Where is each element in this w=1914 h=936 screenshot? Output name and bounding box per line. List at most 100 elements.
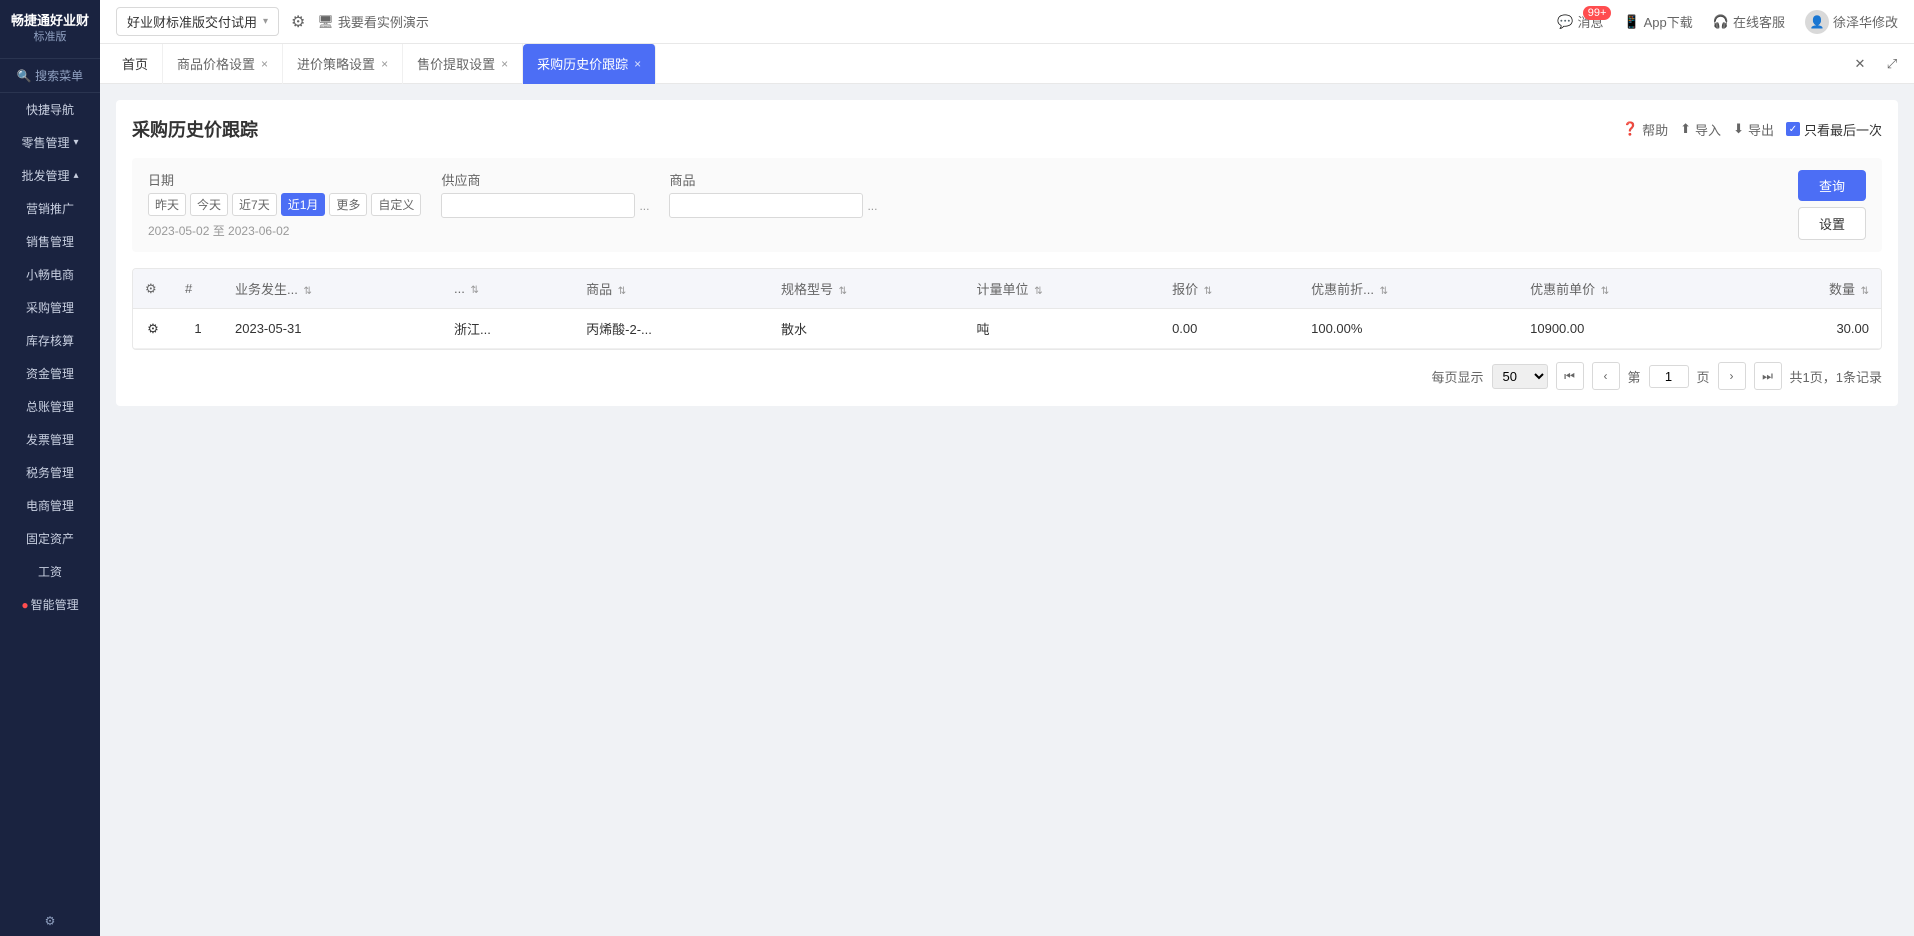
col-quote[interactable]: 报价 ⇅ xyxy=(1160,269,1299,309)
page-title: 采购历史价跟踪 xyxy=(132,116,258,142)
first-page-btn[interactable]: ⏮ xyxy=(1556,362,1584,390)
col-spec[interactable]: 规格型号 ⇅ xyxy=(769,269,965,309)
version-label: 好业财标准版交付试用 xyxy=(127,12,257,31)
query-button[interactable]: 查询 xyxy=(1798,170,1866,201)
row-gear[interactable]: ⚙ xyxy=(133,309,173,349)
tab-expand-btn[interactable]: ⤢ xyxy=(1878,50,1906,78)
top-right-actions: 💬 消息 99+ 📱 App下载 🎧 在线客服 👤 徐泽华修改 xyxy=(1557,10,1898,34)
sidebar-item-smart[interactable]: ●智能管理 xyxy=(0,588,100,621)
date-more-btn[interactable]: 更多 xyxy=(329,193,367,216)
goods-input[interactable] xyxy=(669,193,863,218)
export-btn[interactable]: ⬇ 导出 xyxy=(1733,120,1774,139)
col-gear[interactable]: ⚙ xyxy=(133,269,173,309)
sidebar-item-accounting[interactable]: 总账管理 xyxy=(0,390,100,423)
goods-filter-group: 商品 ... xyxy=(669,170,877,218)
tab-purchase-history[interactable]: 采购历史价跟踪 × xyxy=(523,44,656,84)
row-date: 2023-05-31 xyxy=(223,309,442,349)
sort-icon: ⇅ xyxy=(1034,286,1042,297)
per-page-label: 每页显示 xyxy=(1431,367,1483,386)
date-last7-btn[interactable]: 近7天 xyxy=(232,193,277,216)
tab-purchase-strategy[interactable]: 进价策略设置 × xyxy=(283,44,403,84)
sidebar-item-tax[interactable]: 税务管理 xyxy=(0,456,100,489)
messages-btn[interactable]: 💬 消息 99+ xyxy=(1557,12,1603,31)
goods-more-btn[interactable]: ... xyxy=(867,199,877,213)
tab-price-settings[interactable]: 商品价格设置 × xyxy=(163,44,283,84)
supplier-input[interactable] xyxy=(441,193,635,218)
import-icon: ⬆ xyxy=(1680,121,1691,137)
headset-icon: 🎧 xyxy=(1713,14,1729,30)
tab-controls: ✕ ⤢ xyxy=(1846,50,1906,78)
sidebar-item-ecommerce[interactable]: 电商管理 xyxy=(0,489,100,522)
col-goods[interactable]: 商品 ⇅ xyxy=(574,269,769,309)
close-icon[interactable]: × xyxy=(261,57,268,71)
sort-icon: ⇅ xyxy=(1861,286,1869,297)
date-today-btn[interactable]: 今天 xyxy=(190,193,228,216)
app-logo[interactable]: 畅捷通好业财 标准版 xyxy=(0,0,100,59)
logo-subtitle: 标准版 xyxy=(8,30,92,45)
demo-link[interactable]: 🖥 我要看实例演示 xyxy=(317,12,429,31)
date-custom-btn[interactable]: 自定义 xyxy=(371,193,421,216)
total-records: 共1页，1条记录 xyxy=(1790,367,1882,386)
only-last-checkbox[interactable]: ✓ 只看最后一次 xyxy=(1786,120,1882,139)
col-quantity[interactable]: 数量 ⇅ xyxy=(1742,269,1881,309)
help-btn[interactable]: ❓ 帮助 xyxy=(1622,120,1668,139)
row-discount: 100.00% xyxy=(1299,309,1518,349)
close-icon[interactable]: × xyxy=(381,57,388,71)
tab-home[interactable]: 首页 xyxy=(108,44,163,84)
search-icon: 🔍 xyxy=(17,69,32,83)
sidebar-item-inventory[interactable]: 库存核算 xyxy=(0,324,100,357)
col-date[interactable]: 业务发生... ⇅ xyxy=(223,269,442,309)
message-icon: 💬 xyxy=(1557,14,1573,30)
export-icon: ⬇ xyxy=(1733,121,1744,137)
col-num: # xyxy=(173,269,223,309)
col-more[interactable]: ... ⇅ xyxy=(442,269,574,309)
import-btn[interactable]: ⬆ 导入 xyxy=(1680,120,1721,139)
sidebar-item-wholesale[interactable]: 批发管理 ▴ xyxy=(0,159,100,192)
date-yesterday-btn[interactable]: 昨天 xyxy=(148,193,186,216)
last-page-btn[interactable]: ⏭ xyxy=(1754,362,1782,390)
content-area: 采购历史价跟踪 ❓ 帮助 ⬆ 导入 ⬇ 导出 ✓ xyxy=(100,84,1914,936)
sidebar-item-invoice[interactable]: 发票管理 xyxy=(0,423,100,456)
sidebar-item-retail[interactable]: 零售管理 ▾ xyxy=(0,126,100,159)
date-last1month-btn[interactable]: 近1月 xyxy=(281,193,326,216)
version-selector[interactable]: 好业财标准版交付试用 ▾ xyxy=(116,7,279,36)
row-quote: 0.00 xyxy=(1160,309,1299,349)
sidebar-item-assets[interactable]: 固定资产 xyxy=(0,522,100,555)
app-download-label: App下载 xyxy=(1644,12,1693,31)
col-unit[interactable]: 计量单位 ⇅ xyxy=(965,269,1161,309)
checkbox-icon: ✓ xyxy=(1786,122,1800,136)
sidebar-item-marketing[interactable]: 营销推广 xyxy=(0,192,100,225)
sidebar-search[interactable]: 🔍 搜索菜单 xyxy=(0,59,100,93)
filter-row: 日期 昨天 今天 近7天 近1月 更多 自定义 2023-05-02 至 202… xyxy=(132,158,1882,252)
page-unit: 页 xyxy=(1697,367,1710,386)
sort-icon: ⇅ xyxy=(1204,286,1212,297)
tab-sale-price[interactable]: 售价提取设置 × xyxy=(403,44,523,84)
sidebar-item-quick-nav[interactable]: 快捷导航 xyxy=(0,93,100,126)
filter-settings-button[interactable]: 设置 xyxy=(1798,207,1866,240)
data-table-wrapper: ⚙ # 业务发生... ⇅ ... ⇅ 商品 xyxy=(132,268,1882,350)
app-download-btn[interactable]: 📱 App下载 xyxy=(1623,12,1692,31)
supplier-more-btn[interactable]: ... xyxy=(639,199,649,213)
tab-close-btn[interactable]: ✕ xyxy=(1846,50,1874,78)
per-page-select[interactable]: 50 100 200 xyxy=(1492,364,1548,389)
col-prediscountprice[interactable]: 优惠前单价 ⇅ xyxy=(1518,269,1742,309)
sidebar-item-finance[interactable]: 资金管理 xyxy=(0,357,100,390)
prev-page-btn[interactable]: ‹ xyxy=(1592,362,1620,390)
settings-icon[interactable]: ⚙ xyxy=(291,12,305,32)
row-unit: 吨 xyxy=(965,309,1161,349)
sidebar-item-small-ecommerce[interactable]: 小畅电商 xyxy=(0,258,100,291)
sidebar-settings[interactable]: ⚙ xyxy=(0,906,100,936)
col-discount[interactable]: 优惠前折... ⇅ xyxy=(1299,269,1518,309)
page-label: 第 xyxy=(1628,367,1641,386)
close-icon[interactable]: × xyxy=(501,57,508,71)
page-number-input[interactable] xyxy=(1649,365,1689,388)
sort-icon: ⇅ xyxy=(303,286,311,297)
sort-icon: ⇅ xyxy=(1380,286,1388,297)
next-page-btn[interactable]: › xyxy=(1718,362,1746,390)
sidebar-item-purchase[interactable]: 采购管理 xyxy=(0,291,100,324)
online-service-btn[interactable]: 🎧 在线客服 xyxy=(1713,12,1785,31)
close-icon[interactable]: × xyxy=(634,57,641,71)
user-menu[interactable]: 👤 徐泽华修改 xyxy=(1805,10,1898,34)
sidebar-item-salary[interactable]: 工资 xyxy=(0,555,100,588)
sidebar-item-sales[interactable]: 销售管理 xyxy=(0,225,100,258)
